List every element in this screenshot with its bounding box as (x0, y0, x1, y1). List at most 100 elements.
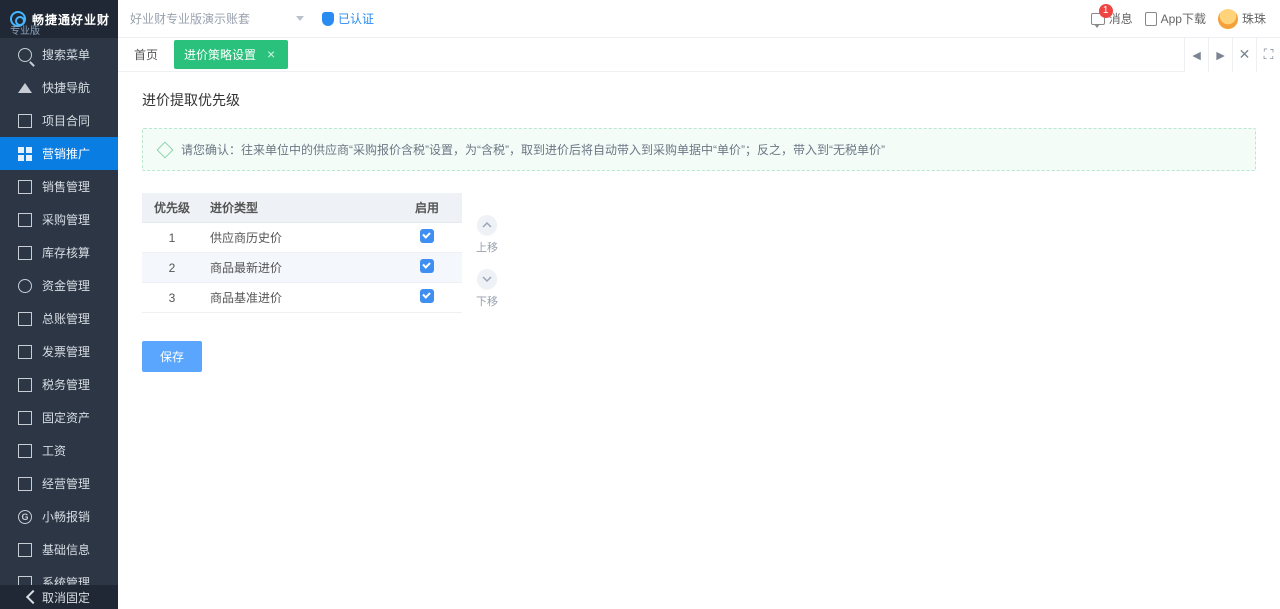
page-title: 进价提取优先级 (142, 90, 1256, 110)
checkbox-enabled[interactable] (420, 259, 434, 273)
table-header-row: 优先级 进价类型 启用 (142, 193, 462, 223)
sidebar-item-0[interactable]: 搜索菜单 (0, 38, 118, 71)
sidebar-item-6[interactable]: 库存核算 (0, 236, 118, 269)
box-icon (18, 378, 32, 392)
notice-text: 请您确认：往来单位中的供应商“采购报价含税”设置，为“含税”，取到进价后将自动带… (181, 141, 885, 158)
sidebar-item-label: 经营管理 (42, 475, 90, 492)
tabs-close-all-button[interactable]: ✕ (1232, 38, 1256, 72)
sidebar-item-label: 发票管理 (42, 343, 90, 360)
app-download-button[interactable]: App下载 (1145, 10, 1206, 27)
move-down-label: 下移 (476, 293, 498, 309)
sidebar-item-5[interactable]: 采购管理 (0, 203, 118, 236)
chevron-up-icon (477, 215, 497, 235)
sidebar-item-13[interactable]: 经营管理 (0, 467, 118, 500)
box-icon (18, 345, 32, 359)
box-icon (18, 477, 32, 491)
move-down-button[interactable]: 下移 (476, 269, 498, 309)
messages-button[interactable]: 1 消息 (1091, 10, 1133, 27)
notice-banner: 请您确认：往来单位中的供应商“采购报价含税”设置，为“含税”，取到进价后将自动带… (142, 128, 1256, 171)
cell-type: 商品最新进价 (202, 253, 392, 283)
save-button[interactable]: 保存 (142, 341, 202, 372)
sidebar: 畅捷通好业财 专业版 搜索菜单快捷导航项目合同营销推广销售管理采购管理库存核算资… (0, 0, 118, 609)
grid-icon (18, 147, 32, 161)
brand-logo[interactable]: 畅捷通好业财 专业版 (0, 0, 118, 38)
box-icon (18, 312, 32, 326)
col-type: 进价类型 (202, 193, 392, 223)
sidebar-item-10[interactable]: 税务管理 (0, 368, 118, 401)
tab-active-label: 进价策略设置 (184, 46, 256, 63)
messages-badge: 1 (1099, 4, 1113, 18)
cell-enabled (392, 283, 462, 313)
account-selector[interactable]: 好业财专业版演示账套 (130, 10, 310, 27)
sidebar-item-15[interactable]: 基础信息 (0, 533, 118, 566)
checkbox-enabled[interactable] (420, 289, 434, 303)
sidebar-item-1[interactable]: 快捷导航 (0, 71, 118, 104)
cell-type: 商品基准进价 (202, 283, 392, 313)
shield-icon (322, 12, 334, 26)
chevron-down-icon (296, 16, 304, 21)
cell-priority: 1 (142, 223, 202, 253)
sidebar-item-label: 工资 (42, 442, 66, 459)
sidebar-item-label: 采购管理 (42, 211, 90, 228)
sidebar-item-4[interactable]: 销售管理 (0, 170, 118, 203)
coin-icon (18, 279, 32, 293)
avatar (1218, 9, 1238, 29)
download-icon (1145, 12, 1157, 26)
pin-icon (26, 590, 40, 604)
sidebar-item-2[interactable]: 项目合同 (0, 104, 118, 137)
sidebar-item-label: 营销推广 (42, 145, 90, 162)
tab-active[interactable]: 进价策略设置 × (174, 40, 288, 69)
username: 珠珠 (1242, 10, 1266, 27)
tabs-controls: ◄ ► ✕ ⛶ (1184, 38, 1280, 72)
tab-home[interactable]: 首页 (134, 46, 158, 63)
table-row[interactable]: 3商品基准进价 (142, 283, 462, 313)
sidebar-item-3[interactable]: 营销推广 (0, 137, 118, 170)
checkbox-enabled[interactable] (420, 229, 434, 243)
table-row[interactable]: 1供应商历史价 (142, 223, 462, 253)
brand-name: 畅捷通好业财 (32, 11, 110, 28)
move-up-button[interactable]: 上移 (476, 215, 498, 255)
tabs-prev-button[interactable]: ◄ (1184, 38, 1208, 72)
sidebar-item-label: 总账管理 (42, 310, 90, 327)
box-icon (18, 213, 32, 227)
cell-enabled (392, 253, 462, 283)
sidebar-item-label: 资金管理 (42, 277, 90, 294)
sidebar-item-label: 销售管理 (42, 178, 90, 195)
box-icon (18, 576, 32, 586)
sidebar-menu: 搜索菜单快捷导航项目合同营销推广销售管理采购管理库存核算资金管理总账管理发票管理… (0, 38, 118, 585)
box-icon (18, 543, 32, 557)
box-icon (18, 180, 32, 194)
tab-close-icon[interactable]: × (264, 48, 278, 62)
sidebar-item-label: 固定资产 (42, 409, 90, 426)
sidebar-item-label: 系统管理 (42, 574, 90, 585)
reorder-controls: 上移 下移 (476, 193, 498, 309)
sidebar-item-label: 税务管理 (42, 376, 90, 393)
verified-badge[interactable]: 已认证 (322, 10, 374, 27)
box-icon (18, 444, 32, 458)
search-icon (18, 48, 32, 62)
col-enabled: 启用 (392, 193, 462, 223)
sidebar-item-12[interactable]: 工资 (0, 434, 118, 467)
sidebar-item-8[interactable]: 总账管理 (0, 302, 118, 335)
tabs-next-button[interactable]: ► (1208, 38, 1232, 72)
top-header: 好业财专业版演示账套 已认证 1 消息 App下载 珠珠 (118, 0, 1280, 38)
sidebar-item-11[interactable]: 固定资产 (0, 401, 118, 434)
verified-label: 已认证 (338, 10, 374, 27)
cell-priority: 2 (142, 253, 202, 283)
sidebar-item-label: 搜索菜单 (42, 46, 90, 63)
sidebar-item-label: 基础信息 (42, 541, 90, 558)
sidebar-footer-label: 取消固定 (42, 589, 90, 606)
table-row[interactable]: 2商品最新进价 (142, 253, 462, 283)
sparkle-icon (157, 141, 174, 158)
sidebar-item-7[interactable]: 资金管理 (0, 269, 118, 302)
sidebar-item-14[interactable]: G小畅报销 (0, 500, 118, 533)
user-menu[interactable]: 珠珠 (1218, 9, 1266, 29)
box-icon (18, 246, 32, 260)
sidebar-pin-toggle[interactable]: 取消固定 (0, 585, 118, 609)
cell-type: 供应商历史价 (202, 223, 392, 253)
move-up-label: 上移 (476, 239, 498, 255)
sidebar-item-16[interactable]: 系统管理 (0, 566, 118, 585)
cell-enabled (392, 223, 462, 253)
sidebar-item-9[interactable]: 发票管理 (0, 335, 118, 368)
tabs-fullscreen-button[interactable]: ⛶ (1256, 38, 1280, 72)
